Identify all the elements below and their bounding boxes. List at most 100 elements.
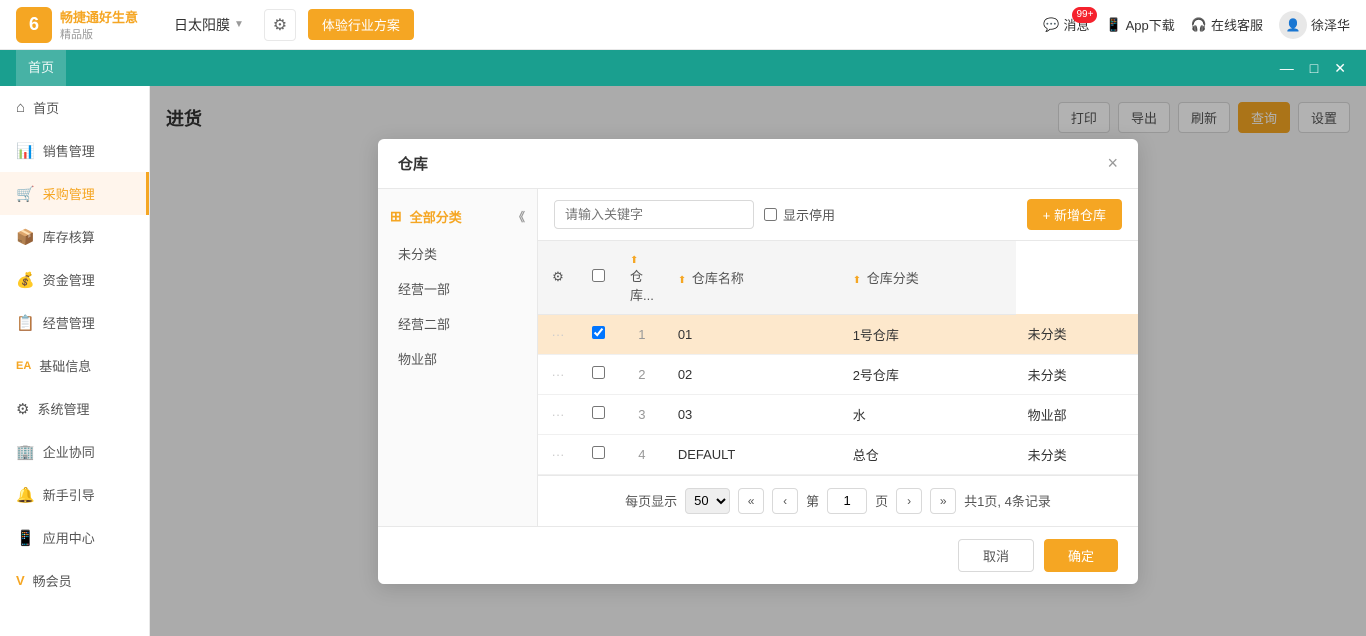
table-row[interactable]: ··· 2 02 2号仓库 未分类	[538, 354, 1138, 394]
sidebar-item-sales[interactable]: 📊 销售管理	[0, 129, 149, 172]
purchase-icon: 🛒	[16, 185, 35, 203]
table-row[interactable]: ··· 3 03 水 物业部	[538, 394, 1138, 434]
select-all-checkbox[interactable]	[592, 269, 605, 282]
table-header-row: ⚙ ⬆ 仓库... ⬆ 仓库名称	[538, 241, 1138, 315]
stock-icon: 📦	[16, 228, 35, 246]
col-checkbox	[578, 241, 618, 315]
modal-close-btn[interactable]: ×	[1107, 153, 1118, 174]
row-name-1: 2号仓库	[841, 354, 1016, 394]
collapse-icon[interactable]: 《	[513, 208, 525, 225]
sidebar-item-company[interactable]: 🏢 企业协同	[0, 430, 149, 473]
close-btn[interactable]: ✕	[1330, 56, 1350, 81]
nav-center: 日太阳膜 ▼ ⚙ 体验行业方案	[166, 9, 1043, 41]
sales-icon: 📊	[16, 142, 35, 160]
row-num-3: 4	[618, 434, 666, 474]
finance-icon: 💰	[16, 271, 35, 289]
row-actions-1: ···	[538, 354, 578, 394]
row-checkbox-0[interactable]	[578, 314, 618, 354]
message-item[interactable]: 💬 消息 99+	[1043, 15, 1089, 34]
confirm-btn[interactable]: 确定	[1044, 539, 1118, 572]
modal-pagination: 每页显示 50 « ‹ 第 页 › » 共1页, 4条记录	[538, 475, 1138, 526]
logo-text: 畅捷通好生意 精品版	[60, 7, 138, 42]
dropdown-icon: ▼	[234, 19, 244, 30]
experience-btn[interactable]: 体验行业方案	[308, 9, 414, 40]
sort-icon-name: ⬆	[678, 275, 686, 286]
manage-icon: 📋	[16, 314, 35, 332]
sidebar-item-purchase[interactable]: 🛒 采购管理	[0, 172, 149, 215]
sidebar-item-manage[interactable]: 📋 经营管理	[0, 301, 149, 344]
row-category-1: 未分类	[1016, 354, 1138, 394]
sidebar-item-basic[interactable]: EA 基础信息	[0, 344, 149, 387]
add-warehouse-btn[interactable]: + 新增仓库	[1027, 199, 1122, 230]
sidebar-item-guide[interactable]: 🔔 新手引导	[0, 473, 149, 516]
row-num-0: 1	[618, 314, 666, 354]
system-icon: ⚙	[16, 400, 29, 418]
avatar: 👤	[1279, 11, 1307, 39]
main-layout: 首页 📊 销售管理 🛒 采购管理 📦 库存核算 💰 资金管理 📋 经营管理 EA…	[0, 86, 1366, 636]
home-icon	[16, 99, 25, 116]
second-nav: 首页 — □ ✕	[0, 50, 1366, 86]
top-nav: 6 畅捷通好生意 精品版 日太阳膜 ▼ ⚙ 体验行业方案 💬 消息 99+ 📱 …	[0, 0, 1366, 50]
sidebar-item-system[interactable]: ⚙ 系统管理	[0, 387, 149, 430]
sidebar-item-home[interactable]: 首页	[0, 86, 149, 129]
last-page-btn[interactable]: »	[930, 488, 956, 514]
search-btn[interactable]: 🔍	[751, 201, 754, 228]
row-name-3: 总仓	[841, 434, 1016, 474]
maximize-btn[interactable]: □	[1306, 56, 1322, 80]
grid-icon: ⊞	[390, 208, 402, 225]
prev-page-btn[interactable]: ‹	[772, 488, 798, 514]
row-checkbox-2[interactable]	[578, 394, 618, 434]
sort-icon-code: ⬆	[630, 255, 638, 266]
modal-toolbar: 🔍 显示停用 + 新增仓库	[538, 189, 1138, 241]
show-disabled-checkbox[interactable]	[764, 208, 777, 221]
settings-icon[interactable]: ⚙	[264, 9, 296, 41]
second-nav-controls: — □ ✕	[1276, 56, 1350, 81]
table-row[interactable]: ··· 4 DEFAULT 总仓 未分类	[538, 434, 1138, 474]
search-input[interactable]	[555, 202, 751, 227]
company-icon: 🏢	[16, 443, 35, 461]
second-nav-home[interactable]: 首页	[16, 50, 66, 86]
row-category-2: 物业部	[1016, 394, 1138, 434]
user-item[interactable]: 👤 徐泽华	[1279, 11, 1350, 39]
category-item-property[interactable]: 物业部	[378, 341, 537, 376]
nav-right: 💬 消息 99+ 📱 App下载 🎧 在线客服 👤 徐泽华	[1043, 11, 1350, 39]
company-selector[interactable]: 日太阳膜 ▼	[166, 11, 252, 39]
basic-icon: EA	[16, 360, 31, 372]
show-disabled-area: 显示停用	[764, 205, 835, 224]
message-badge: 99+	[1072, 7, 1097, 23]
row-name-2: 水	[841, 394, 1016, 434]
next-page-btn[interactable]: ›	[896, 488, 922, 514]
category-item-unclassified[interactable]: 未分类	[378, 236, 537, 271]
sidebar: 首页 📊 销售管理 🛒 采购管理 📦 库存核算 💰 资金管理 📋 经营管理 EA…	[0, 86, 150, 636]
first-page-btn[interactable]: «	[738, 488, 764, 514]
sidebar-item-finance[interactable]: 💰 资金管理	[0, 258, 149, 301]
table-row[interactable]: ··· 1 01 1号仓库 未分类	[538, 314, 1138, 354]
row-code-1: 02	[666, 354, 841, 394]
sort-icon-category: ⬆	[853, 275, 861, 286]
category-item-ops1[interactable]: 经营一部	[378, 271, 537, 306]
per-page-select[interactable]: 50	[685, 488, 730, 514]
service-item[interactable]: 🎧 在线客服	[1191, 15, 1263, 34]
app-download-item[interactable]: 📱 App下载	[1105, 15, 1174, 34]
cancel-btn[interactable]: 取消	[958, 539, 1034, 572]
row-num-2: 3	[618, 394, 666, 434]
logo-area: 6 畅捷通好生意 精品版	[16, 7, 166, 43]
row-checkbox-1[interactable]	[578, 354, 618, 394]
row-actions-2: ···	[538, 394, 578, 434]
col-code: ⬆ 仓库...	[618, 241, 666, 315]
category-item-ops2[interactable]: 经营二部	[378, 306, 537, 341]
row-num-1: 2	[618, 354, 666, 394]
modal-category-sidebar: ⊞ 全部分类 《 未分类 经营一部 经营二部 物业部	[378, 189, 538, 526]
sidebar-item-member[interactable]: V 畅会员	[0, 559, 149, 602]
row-name-0: 1号仓库	[841, 314, 1016, 354]
page-number-input[interactable]	[827, 488, 867, 514]
modal-search[interactable]: 🔍	[554, 200, 754, 229]
row-category-0: 未分类	[1016, 314, 1138, 354]
sidebar-item-stock[interactable]: 📦 库存核算	[0, 215, 149, 258]
guide-icon: 🔔	[16, 486, 35, 504]
sidebar-item-appcenter[interactable]: 📱 应用中心	[0, 516, 149, 559]
message-icon: 💬	[1043, 17, 1059, 33]
row-code-3: DEFAULT	[666, 434, 841, 474]
minimize-btn[interactable]: —	[1276, 56, 1298, 80]
row-checkbox-3[interactable]	[578, 434, 618, 474]
